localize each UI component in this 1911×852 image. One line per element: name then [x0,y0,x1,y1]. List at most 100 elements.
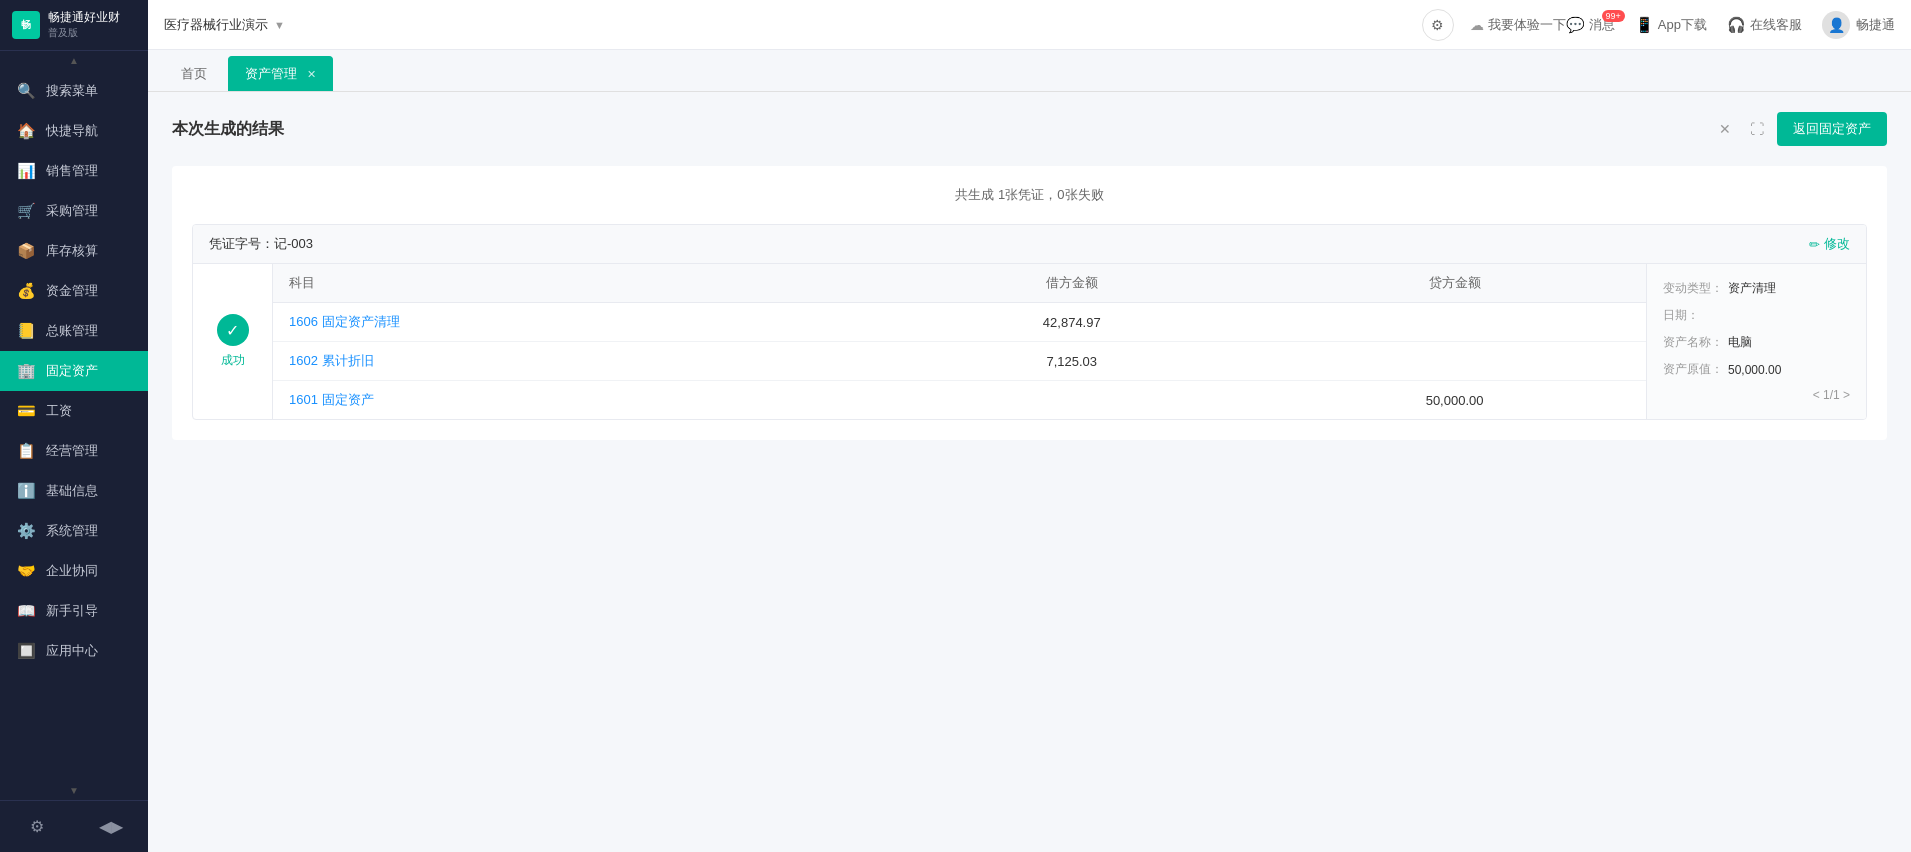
success-label: 成功 [221,352,245,369]
sidebar-item-sales[interactable]: 📊 销售管理 [0,151,148,191]
home-icon: 🏠 [16,122,36,140]
settings-button[interactable]: ⚙ [1422,9,1454,41]
cell-subject-0: 1606 固定资产清理 [273,303,880,342]
fixed-assets-icon: 🏢 [16,362,36,380]
change-type-label: 变动类型： [1663,280,1728,297]
voucher-table: 科目 借方金额 贷方金额 1606 固定资产清理 [273,264,1646,419]
subject-link-0[interactable]: 1606 固定资产清理 [289,314,400,329]
sidebar-item-label: 固定资产 [46,362,98,380]
user-profile[interactable]: 👤 畅捷通 [1822,11,1895,39]
pagination[interactable]: < 1/1 > [1663,388,1850,402]
side-panel-date: 日期： [1663,307,1850,324]
subject-link-2[interactable]: 1601 固定资产 [289,392,374,407]
cloud-icon: ☁ [1470,17,1484,33]
sidebar-item-purchase[interactable]: 🛒 采购管理 [0,191,148,231]
col-debit: 借方金额 [880,264,1263,303]
sidebar-item-operations[interactable]: 📋 经营管理 [0,431,148,471]
original-value-label: 资产原值： [1663,361,1728,378]
message-badge: 99+ [1602,10,1625,22]
col-credit: 贷方金额 [1263,264,1646,303]
table-row: 1606 固定资产清理 42,874.97 [273,303,1646,342]
customer-service-button[interactable]: 🎧 在线客服 [1727,16,1802,34]
sidebar-item-label: 销售管理 [46,162,98,180]
sidebar-item-funds[interactable]: 💰 资金管理 [0,271,148,311]
voucher-table-wrap: 科目 借方金额 贷方金额 1606 固定资产清理 [273,264,1646,419]
voucher-header: 凭证字号：记-003 ✏ 修改 [193,225,1866,264]
sidebar-scroll-up[interactable]: ▲ [0,51,148,71]
customer-service-label: 在线客服 [1750,16,1802,34]
logo-subtitle: 普及版 [48,26,120,40]
sidebar-item-fixed-assets[interactable]: 🏢 固定资产 [0,351,148,391]
sidebar-item-label: 总账管理 [46,322,98,340]
cell-debit-2 [880,381,1263,420]
close-panel-button[interactable]: ✕ [1713,117,1737,141]
avatar: 👤 [1822,11,1850,39]
company-name: 医疗器械行业演示 [164,16,268,34]
subject-link-1[interactable]: 1602 累计折旧 [289,353,374,368]
topbar: 医疗器械行业演示 ▼ ⚙ ☁ 我要体验一下 💬 消息 99+ 📱 App下载 🎧… [148,0,1911,50]
sidebar-item-inventory[interactable]: 📦 库存核算 [0,231,148,271]
side-panel-change-type: 变动类型： 资产清理 [1663,280,1850,297]
side-panel: 变动类型： 资产清理 日期： 资产名称： 电脑 资产原值： [1646,264,1866,419]
inventory-icon: 📦 [16,242,36,260]
sidebar-item-guide[interactable]: 📖 新手引导 [0,591,148,631]
guide-icon: 📖 [16,602,36,620]
expand-panel-button[interactable]: ⛶ [1745,117,1769,141]
cell-credit-2: 50,000.00 [1263,381,1646,420]
tab-asset-mgmt[interactable]: 资产管理 ✕ [228,56,333,91]
original-value: 50,000.00 [1728,363,1781,377]
sidebar-item-system[interactable]: ⚙️ 系统管理 [0,511,148,551]
app-download-button[interactable]: 📱 App下载 [1635,16,1707,34]
edit-button[interactable]: ✏ 修改 [1809,235,1850,253]
sidebar-item-search[interactable]: 🔍 搜索菜单 [0,71,148,111]
sidebar-item-salary[interactable]: 💳 工资 [0,391,148,431]
summary-text: 共生成 1张凭证，0张失败 [192,186,1867,204]
change-type-value: 资产清理 [1728,280,1776,297]
salary-icon: 💳 [16,402,36,420]
logo-icon: 畅 [12,11,40,39]
enterprise-icon: 🤝 [16,562,36,580]
tab-home[interactable]: 首页 [164,56,224,91]
operations-icon: 📋 [16,442,36,460]
cell-subject-2: 1601 固定资产 [273,381,880,420]
tab-home-label: 首页 [181,66,207,81]
edit-icon: ✏ [1809,237,1820,252]
experience-button[interactable]: ☁ 我要体验一下 [1470,16,1566,34]
sidebar-item-ledger[interactable]: 📒 总账管理 [0,311,148,351]
sidebar-item-label: 资金管理 [46,282,98,300]
result-card: 共生成 1张凭证，0张失败 凭证字号：记-003 ✏ 修改 ✓ 成功 [172,166,1887,440]
sidebar-scroll-down[interactable]: ▼ [0,780,148,800]
sidebar-item-label: 应用中心 [46,642,98,660]
cell-credit-0 [1263,303,1646,342]
sidebar-item-app-center[interactable]: 🔲 应用中心 [0,631,148,671]
sidebar-item-basic-info[interactable]: ℹ️ 基础信息 [0,471,148,511]
sidebar-item-label: 基础信息 [46,482,98,500]
app-center-icon: 🔲 [16,642,36,660]
user-icon: 👤 [1828,17,1845,33]
sales-icon: 📊 [16,162,36,180]
main-area: 医疗器械行业演示 ▼ ⚙ ☁ 我要体验一下 💬 消息 99+ 📱 App下载 🎧… [148,0,1911,852]
sidebar-bottom: ⚙ ◀▶ [0,800,148,852]
tabbar: 首页 资产管理 ✕ [148,50,1911,92]
sidebar-settings-button[interactable]: ⚙ [0,809,74,844]
tab-asset-mgmt-label: 资产管理 [245,66,297,81]
search-icon: 🔍 [16,82,36,100]
phone-icon: 📱 [1635,16,1654,34]
purchase-icon: 🛒 [16,202,36,220]
sidebar-item-enterprise[interactable]: 🤝 企业协同 [0,551,148,591]
sidebar-nav: 🔍 搜索菜单 🏠 快捷导航 📊 销售管理 🛒 采购管理 📦 库存核算 💰 资金管… [0,71,148,780]
return-button[interactable]: 返回固定资产 [1777,112,1887,146]
sidebar-collapse-button[interactable]: ◀▶ [74,809,148,844]
experience-label: 我要体验一下 [1488,16,1566,34]
messages-button[interactable]: 💬 消息 99+ [1566,16,1615,34]
tab-close-button[interactable]: ✕ [307,68,316,80]
sidebar-item-label: 搜索菜单 [46,82,98,100]
edit-label: 修改 [1824,235,1850,253]
message-icon: 💬 [1566,16,1585,34]
sidebar-item-label: 新手引导 [46,602,98,620]
sidebar-logo: 畅 畅捷通好业财 普及版 [0,0,148,51]
sidebar-item-quick-nav[interactable]: 🏠 快捷导航 [0,111,148,151]
table-row: 1601 固定资产 50,000.00 [273,381,1646,420]
company-selector[interactable]: 医疗器械行业演示 ▼ [164,16,1410,34]
side-panel-original-value: 资产原值： 50,000.00 [1663,361,1850,378]
